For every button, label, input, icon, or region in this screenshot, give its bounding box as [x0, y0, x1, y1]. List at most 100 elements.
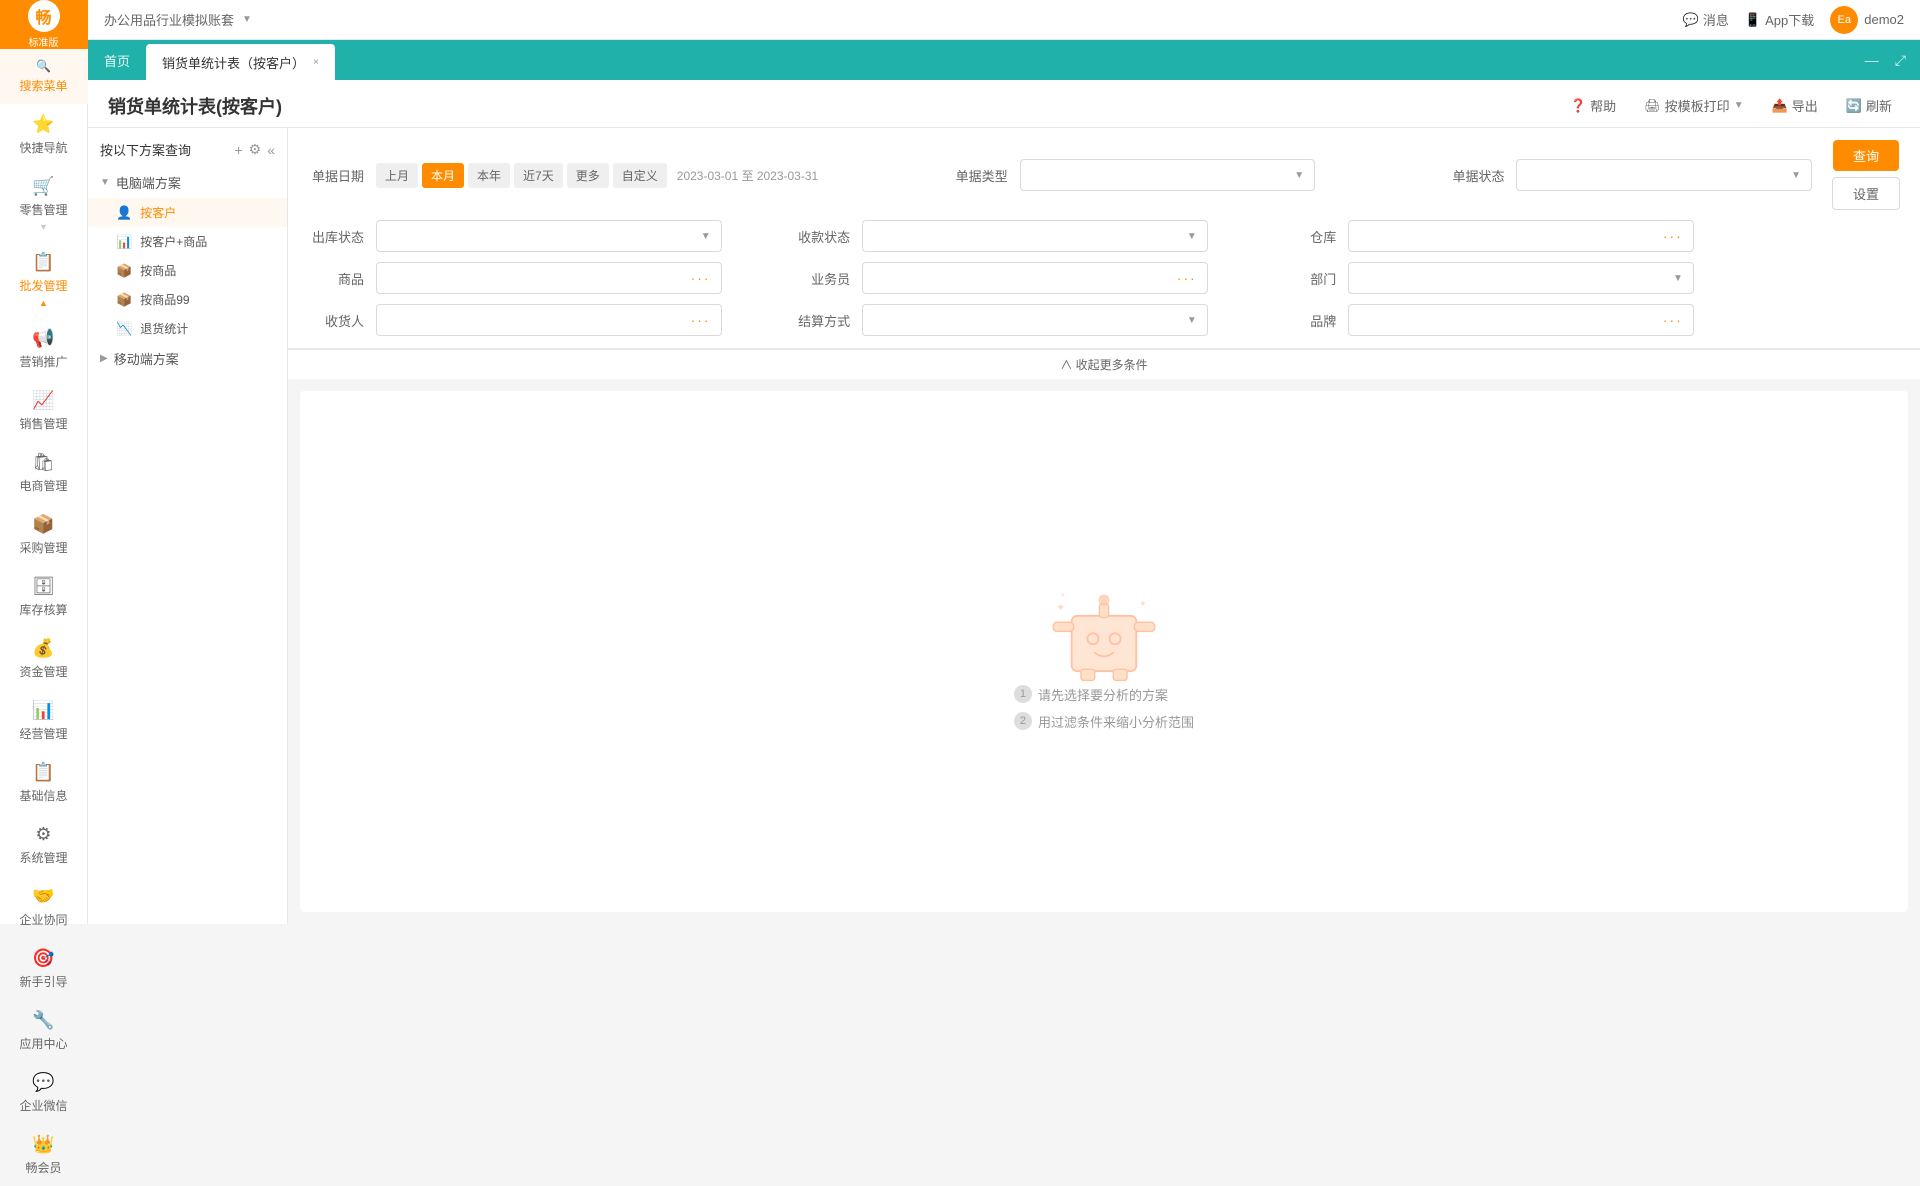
refresh-button[interactable]: 🔄 刷新	[1838, 92, 1900, 119]
date-filter-area: 上月 本月 本年 近7天 更多 自定义 2023-03-01 至 2023-03…	[376, 163, 818, 188]
settings-button[interactable]: 设置	[1832, 177, 1900, 210]
date-btn-more[interactable]: 更多	[567, 163, 609, 188]
maximize-tab-button[interactable]: ⤢	[1889, 48, 1912, 73]
export-button[interactable]: 📤 导出	[1764, 92, 1826, 119]
member-icon: 👑	[32, 1134, 54, 1155]
settings-scheme-button[interactable]: ⚙	[249, 141, 262, 158]
title-dropdown-arrow[interactable]: ▼	[242, 14, 252, 25]
sidebar-item-operations[interactable]: 📊 经营管理	[0, 690, 88, 752]
collapse-scheme-button[interactable]: «	[267, 142, 275, 158]
tab-close-button[interactable]: ×	[313, 57, 319, 68]
sidebar-item-search[interactable]: 🔍 搜索菜单	[0, 49, 88, 104]
minimize-tab-button[interactable]: —	[1859, 48, 1885, 72]
star-icon: ⭐	[32, 114, 54, 135]
date-btn-this-year[interactable]: 本年	[468, 163, 510, 188]
sidebar-item-app-center[interactable]: 🔧 应用中心	[0, 1000, 88, 1062]
user-area[interactable]: Ea demo2	[1830, 6, 1904, 34]
add-scheme-button[interactable]: +	[234, 142, 242, 158]
tab-home[interactable]: 首页	[88, 40, 146, 80]
right-content: 单据日期 上月 本月 本年 近7天 更多 自定义 2023-03-01 至 20…	[288, 128, 1920, 924]
scheme-panel-actions: + ⚙ «	[234, 141, 275, 158]
date-btn-this-month[interactable]: 本月	[422, 163, 464, 188]
scheme-item-customer[interactable]: 👤 按客户	[88, 198, 287, 227]
department-input[interactable]: ▼	[1348, 262, 1694, 294]
bill-type-input[interactable]: ▼	[1020, 159, 1316, 191]
help-label: 帮助	[1590, 96, 1616, 115]
sidebar-item-cooperation[interactable]: 🤝 企业协同	[0, 876, 88, 938]
brand-input[interactable]: ···	[1348, 304, 1694, 336]
goods99-scheme-icon: 📦	[116, 292, 132, 308]
filter-row-2: 出库状态 ▼ 收款状态 ▼ 仓库	[308, 220, 1900, 252]
scheme-item-label: 按商品99	[140, 291, 189, 308]
scheme-item-return-stats[interactable]: 📉 退货统计	[88, 314, 287, 343]
filter-area: 单据日期 上月 本月 本年 近7天 更多 自定义 2023-03-01 至 20…	[288, 128, 1920, 349]
sidebar-item-inventory[interactable]: 🗄 库存核算	[0, 566, 88, 628]
sidebar-item-label: 零售管理	[19, 201, 67, 218]
query-actions: 查询 设置	[1824, 140, 1900, 210]
return-stats-icon: 📉	[116, 321, 132, 337]
tip-text-1: 请先选择要分析的方案	[1038, 685, 1168, 704]
empty-state-area: ✦ ✦ ✦ 1 请先选择要分析的方案 2 用过滤条件来缩小分析范围	[300, 391, 1908, 912]
date-btn-last-month[interactable]: 上月	[376, 163, 418, 188]
sidebar-item-label: 企业微信	[19, 1097, 67, 1114]
warehouse-input[interactable]: ···	[1348, 220, 1694, 252]
collapse-label: 收起更多条件	[1076, 358, 1148, 372]
sidebar-item-wholesale[interactable]: 📋 批发管理 ▲	[0, 242, 88, 318]
scheme-item-goods[interactable]: 📦 按商品	[88, 256, 287, 285]
app-logo[interactable]: 畅 标准版	[0, 0, 88, 49]
sidebar-item-wechat[interactable]: 💬 企业微信	[0, 1062, 88, 1124]
sidebar-item-guide[interactable]: 🎯 新手引导	[0, 938, 88, 1000]
warehouse-more-icon: ···	[1663, 228, 1683, 244]
date-btn-7days[interactable]: 近7天	[514, 163, 563, 188]
guide-icon: 🎯	[32, 948, 54, 969]
messages-button[interactable]: 💬 消息	[1683, 10, 1729, 29]
bill-status-input[interactable]: ▼	[1516, 159, 1812, 191]
page-title-bar: 销货单统计表(按客户) ❓ 帮助 🖨 按模板打印 ▼ 📤 导出 🔄 刷新	[88, 80, 1920, 128]
print-dropdown-arrow[interactable]: ▼	[1734, 100, 1744, 111]
mobile-group-header[interactable]: ▶ 移动端方案	[88, 343, 287, 374]
tab-active[interactable]: 销货单统计表（按客户） ×	[146, 44, 335, 80]
query-button[interactable]: 查询	[1833, 140, 1899, 171]
sidebar-item-marketing[interactable]: 📢 营销推广	[0, 318, 88, 380]
help-button[interactable]: ❓ 帮助	[1562, 92, 1624, 119]
sidebar-item-label: 基础信息	[19, 787, 67, 804]
settlement-input[interactable]: ▼	[862, 304, 1208, 336]
pc-group-header[interactable]: ▼ 电脑端方案	[88, 167, 287, 198]
sidebar-item-ecommerce[interactable]: 🛍 电商管理	[0, 442, 88, 504]
department-arrow: ▼	[1673, 273, 1683, 284]
collapse-arrow-icon: ∧	[1060, 358, 1075, 372]
sidebar-item-label: 营销推广	[19, 353, 67, 370]
scheme-item-customer-goods[interactable]: 📊 按客户+商品	[88, 227, 287, 256]
sidebar-item-finance[interactable]: 💰 资金管理	[0, 628, 88, 690]
empty-tip-2: 2 用过滤条件来缩小分析范围	[1014, 712, 1194, 731]
marketing-icon: 📢	[32, 328, 54, 349]
tab-bar: 首页 销货单统计表（按客户） × — ⤢	[88, 40, 1920, 80]
sidebar-item-member[interactable]: 👑 畅会员	[0, 1124, 88, 1186]
print-button[interactable]: 🖨 按模板打印 ▼	[1636, 92, 1751, 119]
date-btn-custom[interactable]: 自定义	[613, 163, 667, 188]
sidebar-item-basic-info[interactable]: 📋 基础信息	[0, 752, 88, 814]
sidebar-item-system[interactable]: ⚙ 系统管理	[0, 814, 88, 876]
scheme-item-goods99[interactable]: 📦 按商品99	[88, 285, 287, 314]
sidebar-item-quick-nav[interactable]: ⭐ 快捷导航	[0, 104, 88, 166]
salesperson-input[interactable]: ···	[862, 262, 1208, 294]
receipt-status-input[interactable]: ▼	[862, 220, 1208, 252]
receiver-input[interactable]: ···	[376, 304, 722, 336]
goods-more-icon: ···	[691, 270, 711, 286]
sidebar-item-sales[interactable]: 📈 销售管理	[0, 380, 88, 442]
pc-group-label: 电脑端方案	[116, 173, 181, 192]
inventory-icon: 🗄	[32, 576, 55, 597]
app-download-button[interactable]: 📱 App下载	[1745, 10, 1814, 29]
sidebar-item-retail[interactable]: 🛒 零售管理 ▼	[0, 166, 88, 242]
refresh-label: 刷新	[1866, 96, 1892, 115]
svg-text:✦: ✦	[1139, 598, 1147, 608]
sidebar-item-label: 采购管理	[19, 539, 67, 556]
sidebar-item-purchase[interactable]: 📦 采购管理	[0, 504, 88, 566]
out-status-input[interactable]: ▼	[376, 220, 722, 252]
collapse-filter-button[interactable]: ∧ 收起更多条件	[288, 349, 1920, 379]
retail-icon: 🛒	[32, 176, 54, 197]
bill-status-arrow: ▼	[1791, 170, 1801, 181]
goods-input[interactable]: ···	[376, 262, 722, 294]
sidebar-item-label: 销售管理	[19, 415, 67, 432]
salesperson-more-icon: ···	[1177, 270, 1197, 286]
